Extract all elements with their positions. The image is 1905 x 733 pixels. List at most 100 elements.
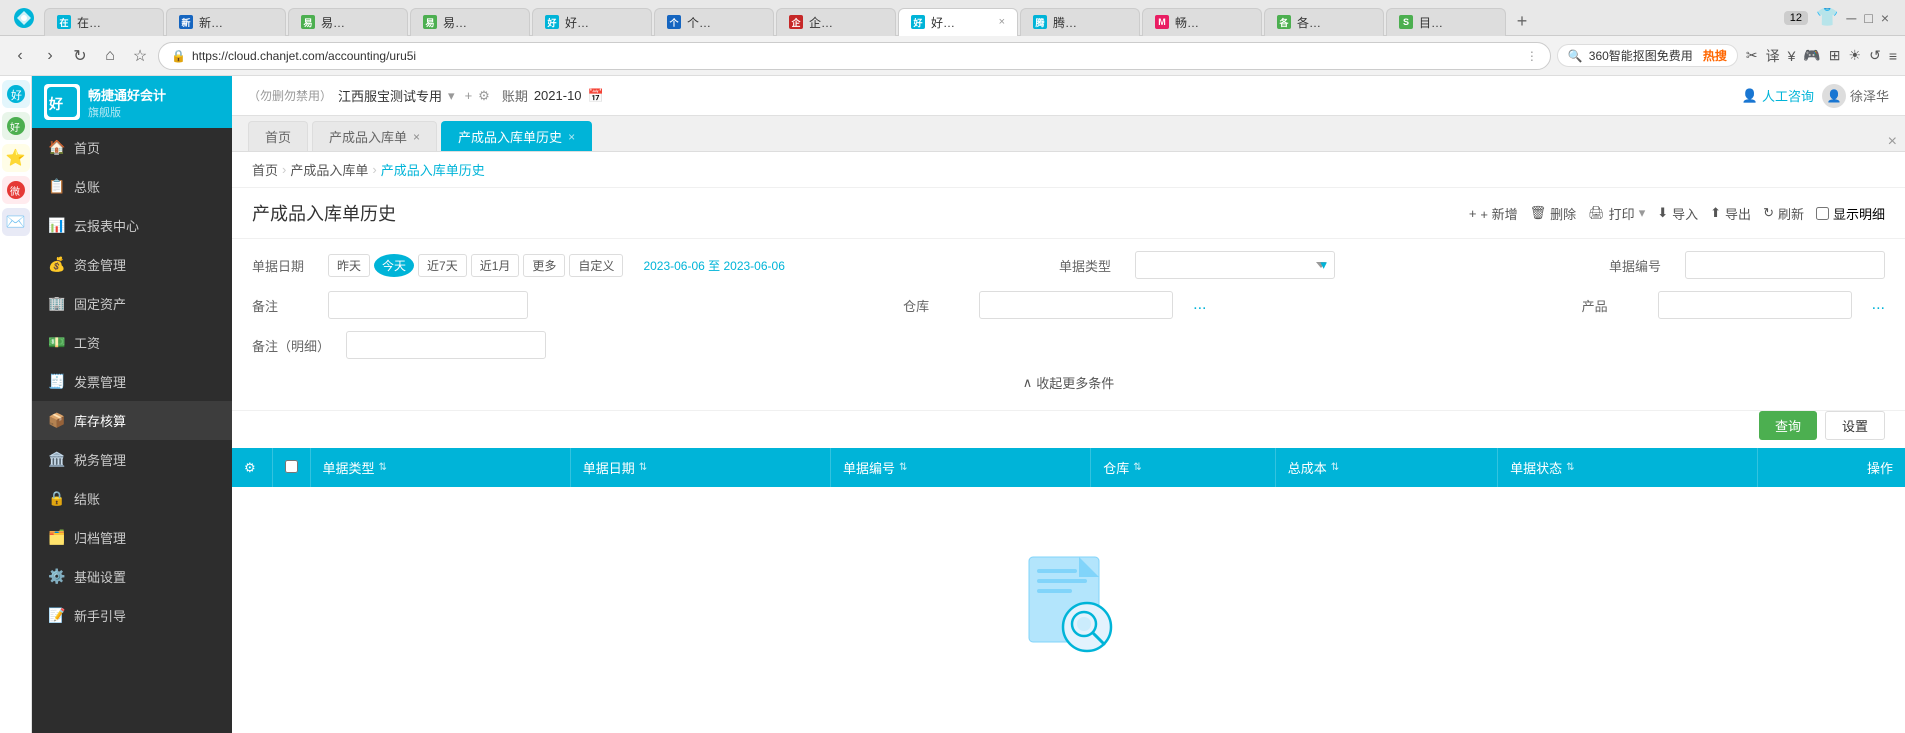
- forward-button[interactable]: ›: [38, 44, 62, 68]
- sidebar-item-invoice[interactable]: 🧾 发票管理: [32, 362, 232, 401]
- print-button[interactable]: 🖨 打印 ▾: [1588, 204, 1645, 223]
- currency-icon[interactable]: ¥: [1788, 48, 1796, 64]
- query-button[interactable]: 查询: [1759, 411, 1817, 440]
- game-icon[interactable]: 🎮: [1803, 47, 1820, 64]
- browser-tab-12[interactable]: S 目…: [1386, 8, 1506, 36]
- more-icon[interactable]: ≡: [1889, 48, 1897, 64]
- import-button[interactable]: ⬇ 导入: [1657, 204, 1698, 223]
- sidebar-item-close[interactable]: 🔒 结账: [32, 479, 232, 518]
- browser-tab-11[interactable]: 各 各…: [1264, 8, 1384, 36]
- undo-icon[interactable]: ↺: [1869, 47, 1881, 64]
- titlebar-shirt-icon[interactable]: 👕: [1816, 7, 1838, 28]
- sidebar-item-inventory[interactable]: 📦 库存核算: [32, 401, 232, 440]
- translate-icon[interactable]: 译: [1766, 46, 1780, 66]
- settings-button[interactable]: 设置: [1825, 411, 1885, 440]
- search-bar[interactable]: 🔍 360智能抠图免费用 热搜: [1557, 44, 1738, 67]
- new-tab-button[interactable]: +: [1508, 8, 1536, 36]
- th-gear[interactable]: ⚙: [232, 448, 272, 487]
- home-page-button[interactable]: ⌂: [98, 44, 122, 68]
- refresh-button[interactable]: ↻ 刷新: [1763, 204, 1804, 223]
- service-button[interactable]: 👤 人工咨询: [1742, 86, 1814, 105]
- grid-icon[interactable]: ⊞: [1829, 47, 1841, 64]
- type-dropdown-icon[interactable]: ▾: [1320, 257, 1327, 273]
- sidebar-item-home[interactable]: 🏠 首页: [32, 128, 232, 167]
- browser-tab-3[interactable]: 易 易…: [288, 8, 408, 36]
- warehouse-input[interactable]: [979, 291, 1173, 319]
- print-dropdown-icon[interactable]: ▾: [1639, 205, 1646, 221]
- product-dots[interactable]: ...: [1872, 296, 1885, 314]
- th-checkbox[interactable]: [272, 448, 310, 487]
- browser-tab-6[interactable]: 个 个…: [654, 8, 774, 36]
- tab-home[interactable]: 首页: [248, 121, 308, 151]
- date-btn-yesterday[interactable]: 昨天: [328, 254, 370, 277]
- app-icon-5[interactable]: ✉️: [2, 208, 30, 236]
- refresh-page-button[interactable]: ↻: [68, 44, 92, 68]
- titlebar-minimize-button[interactable]: ─: [1846, 10, 1856, 26]
- sidebar-item-ledger[interactable]: 📋 总账: [32, 167, 232, 206]
- tab-close-icon[interactable]: ×: [999, 16, 1005, 28]
- tab-history[interactable]: 产成品入库单历史 ×: [441, 121, 592, 151]
- date-btn-more[interactable]: 更多: [523, 254, 565, 277]
- tab-list-close-icon[interactable]: ×: [413, 130, 420, 144]
- browser-tab-10[interactable]: M 畅…: [1142, 8, 1262, 36]
- browser-tab-2[interactable]: 新 新…: [166, 8, 286, 36]
- th-number[interactable]: 单据编号 ⇅: [830, 448, 1090, 487]
- collapse-button[interactable]: ∧ 收起更多条件: [1017, 367, 1121, 398]
- select-all-checkbox[interactable]: [285, 460, 298, 473]
- app-icon-4[interactable]: 微: [2, 176, 30, 204]
- th-type[interactable]: 单据类型 ⇅: [310, 448, 570, 487]
- browser-tab-8[interactable]: 好 好… ×: [898, 8, 1018, 36]
- company-dropdown-icon[interactable]: ▾: [448, 88, 455, 104]
- sidebar-item-report[interactable]: 📊 云报表中心: [32, 206, 232, 245]
- tab-list[interactable]: 产成品入库单 ×: [312, 121, 437, 151]
- sidebar-item-archive[interactable]: 🗂️ 归档管理: [32, 518, 232, 557]
- product-input[interactable]: [1658, 291, 1852, 319]
- panel-close-button[interactable]: ×: [1888, 133, 1897, 151]
- breadcrumb-list[interactable]: 产成品入库单: [290, 160, 368, 179]
- user-avatar-area[interactable]: 👤 徐泽华: [1822, 84, 1889, 108]
- app-icon-main[interactable]: 好: [2, 80, 30, 108]
- sidebar-item-newguide[interactable]: 📝 新手引导: [32, 596, 232, 635]
- sidebar-item-basic[interactable]: ⚙️ 基础设置: [32, 557, 232, 596]
- browser-tab-7[interactable]: 企 企…: [776, 8, 896, 36]
- remark-input[interactable]: [328, 291, 528, 319]
- th-status[interactable]: 单据状态 ⇅: [1498, 448, 1758, 487]
- th-cost[interactable]: 总成本 ⇅: [1275, 448, 1497, 487]
- add-company-icon[interactable]: +: [465, 88, 473, 103]
- type-select[interactable]: [1135, 251, 1335, 279]
- browser-tab-1[interactable]: 在 在…: [44, 8, 164, 36]
- th-warehouse[interactable]: 仓库 ⇅: [1091, 448, 1276, 487]
- sidebar-item-fixed[interactable]: 🏢 固定资产: [32, 284, 232, 323]
- date-btn-today[interactable]: 今天: [374, 254, 414, 277]
- browser-tab-9[interactable]: 腾 腾…: [1020, 8, 1140, 36]
- back-button[interactable]: ‹: [8, 44, 32, 68]
- settings-gear-icon[interactable]: ⚙: [478, 88, 490, 104]
- sidebar-item-salary[interactable]: 💵 工资: [32, 323, 232, 362]
- app-icon-3[interactable]: ⭐: [2, 144, 30, 172]
- app-icon-2[interactable]: 好: [2, 112, 30, 140]
- browser-tab-4[interactable]: 易 易…: [410, 8, 530, 36]
- remark-detail-input[interactable]: [346, 331, 546, 359]
- date-btn-1month[interactable]: 近1月: [471, 254, 520, 277]
- sidebar-item-tax[interactable]: 🏛️ 税务管理: [32, 440, 232, 479]
- export-button[interactable]: ⬆ 导出: [1710, 204, 1751, 223]
- date-btn-7days[interactable]: 近7天: [418, 254, 467, 277]
- delete-button[interactable]: 🗑 删除: [1530, 204, 1577, 223]
- url-menu-icon[interactable]: ⋮: [1526, 49, 1538, 63]
- titlebar-close-button[interactable]: ×: [1881, 10, 1889, 26]
- add-button[interactable]: + + 新增: [1469, 204, 1518, 223]
- th-date[interactable]: 单据日期 ⇅: [570, 448, 830, 487]
- brightness-icon[interactable]: ☀: [1849, 47, 1862, 64]
- breadcrumb-home[interactable]: 首页: [252, 160, 278, 179]
- calendar-icon[interactable]: 📅: [588, 88, 604, 104]
- sidebar-item-fund[interactable]: 💰 资金管理: [32, 245, 232, 284]
- number-input[interactable]: [1685, 251, 1885, 279]
- browser-tab-5[interactable]: 好 好…: [532, 8, 652, 36]
- url-bar[interactable]: 🔒 https://cloud.chanjet.com/accounting/u…: [158, 42, 1551, 70]
- scissors-icon[interactable]: ✂: [1746, 47, 1758, 64]
- titlebar-maximize-button[interactable]: □: [1864, 10, 1872, 26]
- date-btn-custom[interactable]: 自定义: [569, 254, 623, 277]
- tab-history-close-icon[interactable]: ×: [568, 130, 575, 144]
- warehouse-dots[interactable]: ...: [1193, 296, 1206, 314]
- display-checkbox[interactable]: [1816, 207, 1829, 220]
